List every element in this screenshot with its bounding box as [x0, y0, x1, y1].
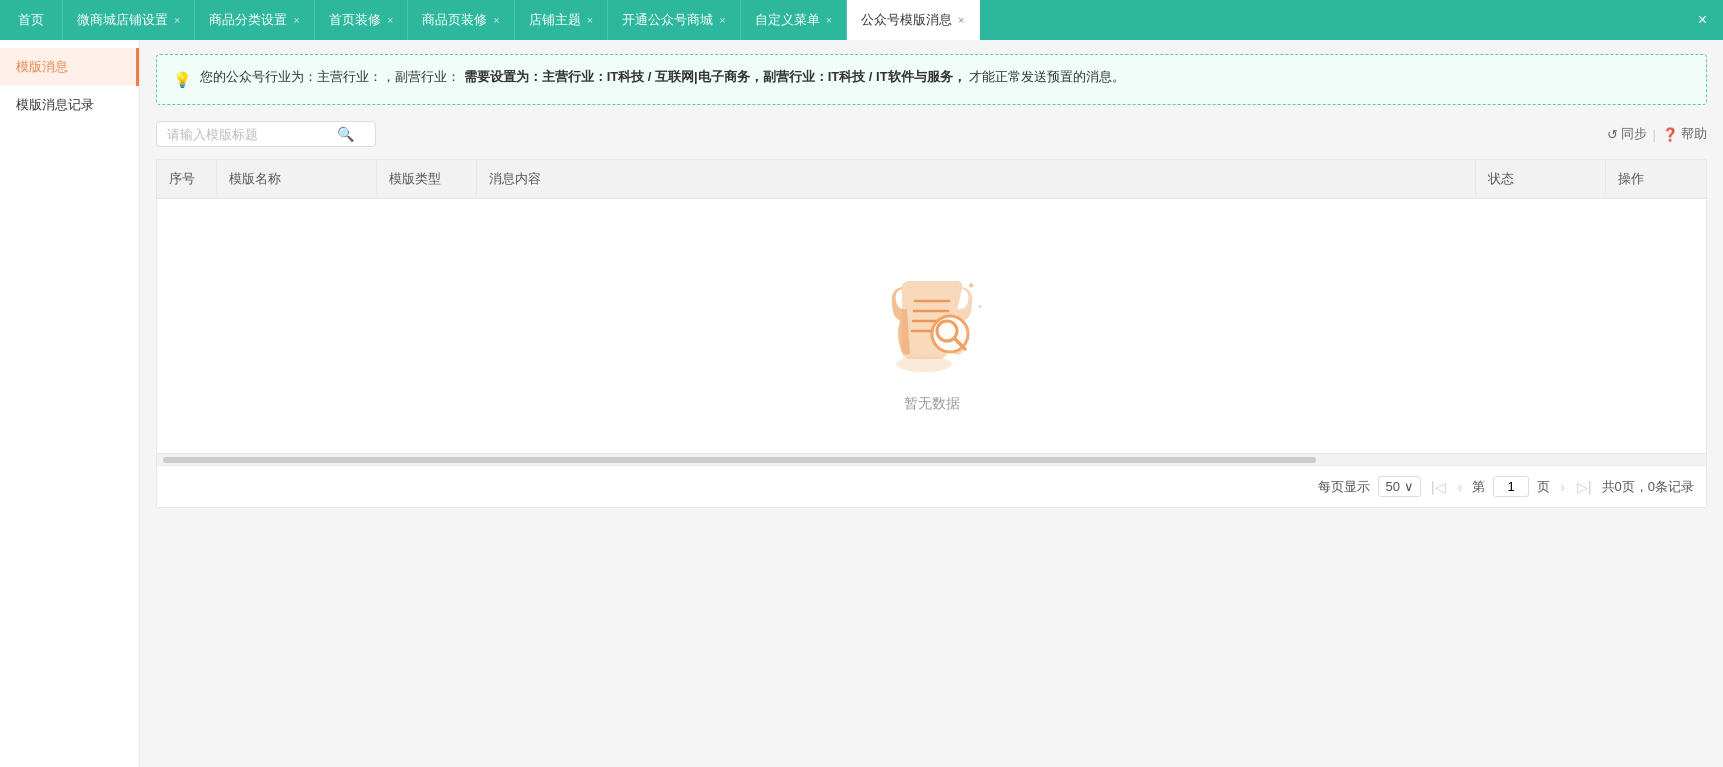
tab-template-message[interactable]: 公众号模版消息 ×	[847, 0, 979, 40]
info-text-highlight: 需要设置为：主营行业：IT科技 / 互联网|电子商务，副营行业：IT科技 / I…	[464, 69, 966, 84]
help-button[interactable]: ❓ 帮助	[1662, 125, 1707, 143]
sidebar: 模版消息 模版消息记录	[0, 40, 140, 767]
tab-home-decor[interactable]: 首页装修 ×	[315, 0, 408, 40]
content-area: 💡 您的公众号行业为：主营行业：，副营行业： 需要设置为：主营行业：IT科技 /…	[140, 40, 1723, 767]
close-icon[interactable]: ×	[958, 14, 964, 26]
total-info: 共0页，0条记录	[1602, 478, 1694, 496]
col-name: 模版名称	[217, 160, 377, 198]
close-icon[interactable]: ×	[719, 14, 725, 26]
info-text-3: 才能正常发送预置的消息。	[969, 69, 1125, 84]
tab-home-decor-label: 首页装修	[329, 11, 381, 29]
sync-label: 同步	[1621, 125, 1647, 143]
page-label: 第	[1472, 478, 1485, 496]
search-input-wrap[interactable]: 🔍	[156, 121, 376, 147]
info-banner: 💡 您的公众号行业为：主营行业：，副营行业： 需要设置为：主营行业：IT科技 /…	[156, 54, 1707, 105]
info-banner-text: 您的公众号行业为：主营行业：，副营行业： 需要设置为：主营行业：IT科技 / 互…	[200, 67, 1125, 88]
help-label: 帮助	[1681, 125, 1707, 143]
prev-page-button[interactable]: ‹	[1456, 479, 1465, 495]
toolbar-divider: |	[1653, 127, 1656, 142]
chevron-down-icon: ∨	[1404, 479, 1414, 494]
pagination: 每页显示 50 ∨ |◁ ‹ 第 页 › ▷| 共0页，0条记录	[157, 465, 1706, 507]
tab-custom-menu-label: 自定义菜单	[755, 11, 820, 29]
help-icon: ❓	[1662, 127, 1678, 142]
sync-icon: ↺	[1607, 127, 1618, 142]
close-icon[interactable]: ×	[293, 14, 299, 26]
sync-button[interactable]: ↺ 同步	[1607, 125, 1647, 143]
tab-product-decor[interactable]: 商品页装修 ×	[408, 0, 514, 40]
search-icon[interactable]: 🔍	[337, 126, 354, 142]
page-size-select[interactable]: 50 ∨	[1378, 476, 1420, 497]
info-text-1: 您的公众号行业为：主营行业：，副营行业：	[200, 69, 460, 84]
svg-text:✦: ✦	[977, 303, 983, 310]
close-icon[interactable]: ×	[826, 14, 832, 26]
close-icon[interactable]: ×	[587, 14, 593, 26]
tab-category-settings[interactable]: 商品分类设置 ×	[195, 0, 314, 40]
sidebar-item-template-message[interactable]: 模版消息	[0, 48, 139, 86]
bulb-icon: 💡	[173, 68, 192, 92]
search-input[interactable]	[167, 127, 337, 142]
tab-shop-settings[interactable]: 微商城店铺设置 ×	[63, 0, 195, 40]
page-unit: 页	[1537, 478, 1550, 496]
tab-home-label: 首页	[18, 11, 44, 29]
col-action: 操作	[1606, 160, 1706, 198]
tab-open-mall[interactable]: 开通公众号商城 ×	[608, 0, 740, 40]
first-page-button[interactable]: |◁	[1429, 479, 1448, 495]
close-icon[interactable]: ×	[493, 14, 499, 26]
toolbar-right: ↺ 同步 | ❓ 帮助	[1607, 125, 1707, 143]
tab-custom-menu[interactable]: 自定义菜单 ×	[741, 0, 847, 40]
tab-product-decor-label: 商品页装修	[422, 11, 487, 29]
last-page-button[interactable]: ▷|	[1575, 479, 1594, 495]
empty-state: ✦ ✦ 暂无数据	[157, 199, 1706, 453]
top-nav-bar: 首页 微商城店铺设置 × 商品分类设置 × 首页装修 × 商品页装修 × 店铺主…	[0, 0, 1723, 40]
empty-state-icon: ✦ ✦	[872, 259, 992, 379]
tab-shop-settings-label: 微商城店铺设置	[77, 11, 168, 29]
page-input[interactable]	[1493, 476, 1529, 497]
search-bar: 🔍 ↺ 同步 | ❓ 帮助	[156, 121, 1707, 147]
col-status: 状态	[1476, 160, 1606, 198]
scrollbar-thumb[interactable]	[163, 457, 1316, 463]
page-size-label: 每页显示	[1318, 478, 1370, 496]
page-size-value: 50	[1385, 479, 1399, 494]
tab-open-mall-label: 开通公众号商城	[622, 11, 713, 29]
main-layout: 模版消息 模版消息记录 💡 您的公众号行业为：主营行业：，副营行业： 需要设置为…	[0, 40, 1723, 767]
data-table: 序号 模版名称 模版类型 消息内容 状态 操作	[156, 159, 1707, 508]
close-icon[interactable]: ×	[174, 14, 180, 26]
col-index: 序号	[157, 160, 217, 198]
col-content: 消息内容	[477, 160, 1476, 198]
sidebar-item-label: 模版消息	[16, 59, 68, 74]
col-type: 模版类型	[377, 160, 477, 198]
next-page-button[interactable]: ›	[1558, 479, 1567, 495]
sidebar-item-template-record[interactable]: 模版消息记录	[0, 86, 139, 124]
svg-text:✦: ✦	[967, 280, 975, 291]
table-header: 序号 模版名称 模版类型 消息内容 状态 操作	[157, 160, 1706, 199]
tab-store-theme-label: 店铺主题	[529, 11, 581, 29]
empty-text: 暂无数据	[904, 395, 960, 413]
tab-category-settings-label: 商品分类设置	[209, 11, 287, 29]
horizontal-scrollbar[interactable]	[157, 453, 1706, 465]
global-close-button[interactable]: ×	[1682, 11, 1723, 29]
close-icon[interactable]: ×	[387, 14, 393, 26]
tab-home[interactable]: 首页	[0, 0, 63, 40]
tab-template-message-label: 公众号模版消息	[861, 11, 952, 29]
sidebar-item-label: 模版消息记录	[16, 97, 94, 112]
tab-store-theme[interactable]: 店铺主题 ×	[515, 0, 608, 40]
